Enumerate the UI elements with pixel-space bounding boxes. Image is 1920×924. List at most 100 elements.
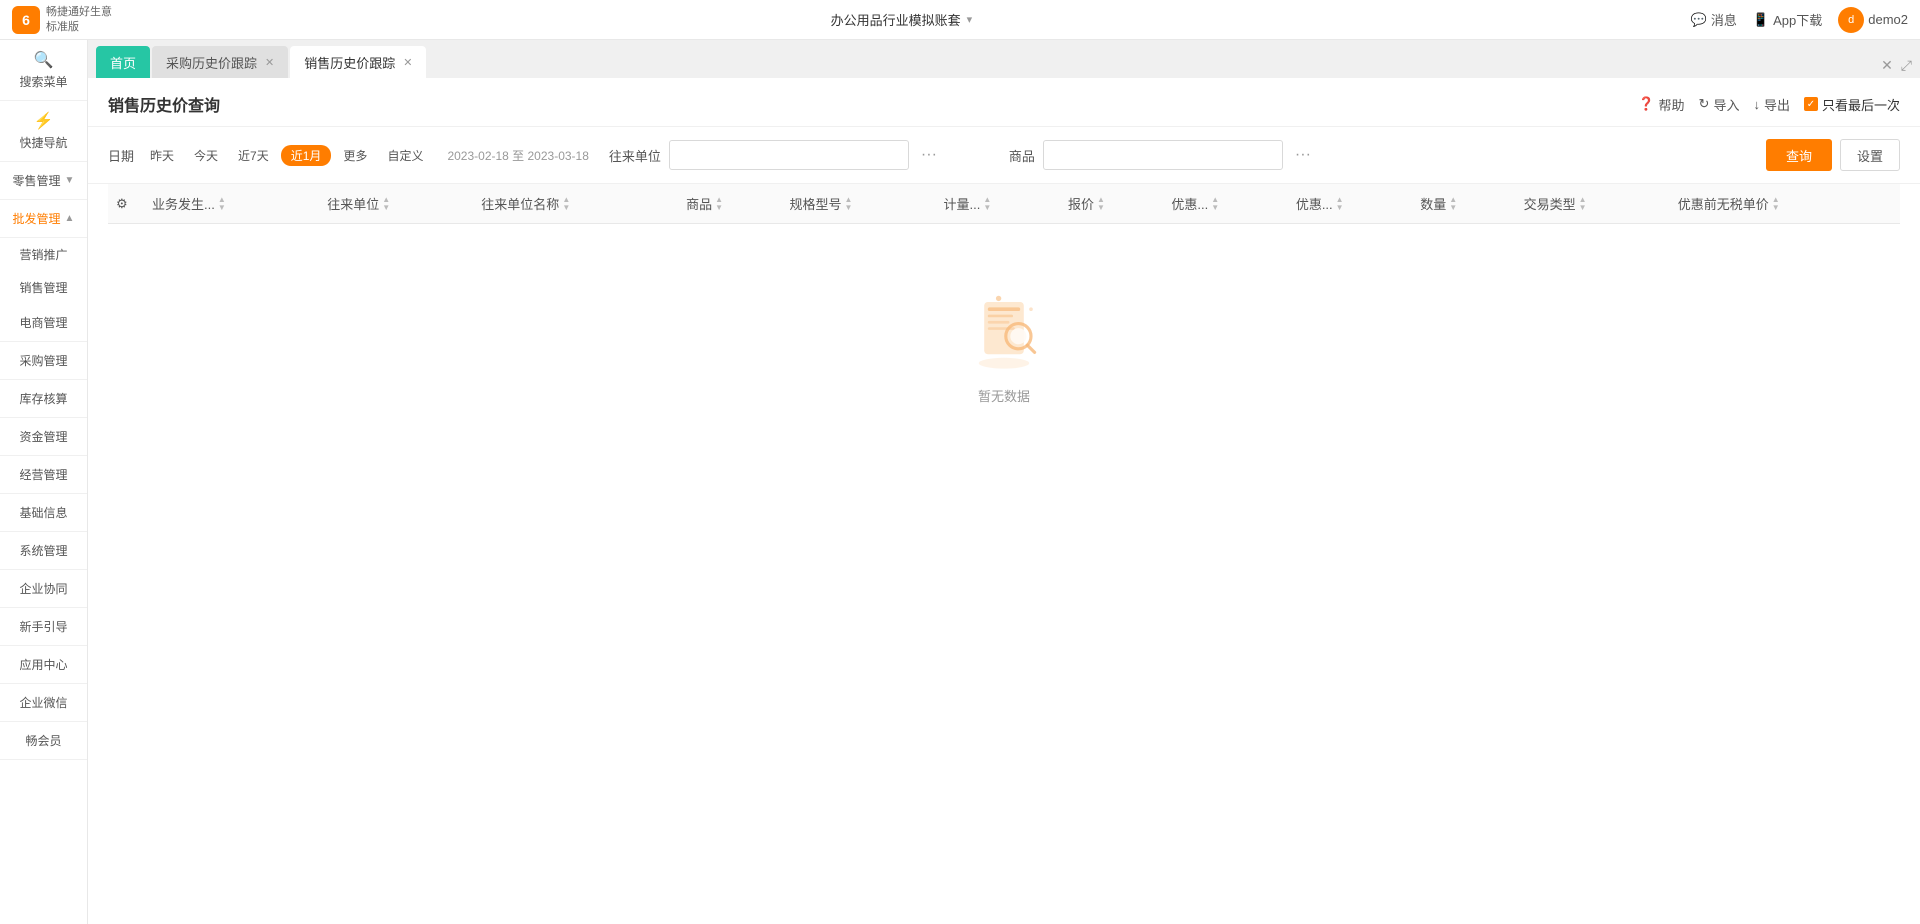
close-tab-icon[interactable]: ✕ (1881, 57, 1893, 74)
user-area[interactable]: d demo2 (1838, 7, 1908, 33)
close-purchase-history-icon[interactable]: ✕ (265, 56, 274, 69)
sidebar-item-finance[interactable]: 资金管理 (0, 418, 87, 456)
top-bar: 6 畅捷通好生意 标准版 办公用品行业模拟账套 ▾ 💬 消息 📱 App下载 d… (0, 0, 1920, 40)
table-wrap: ⚙ 业务发生... ▲▼ 往来单位 (88, 184, 1920, 445)
col-spec[interactable]: 规格型号 ▲▼ (781, 184, 935, 224)
date-opt-more[interactable]: 更多 (335, 145, 375, 166)
date-options: 昨天 今天 近7天 近1月 更多 自定义 (142, 145, 431, 166)
logo-area: 6 畅捷通好生意 标准版 (12, 5, 112, 34)
partner-input[interactable] (669, 140, 909, 170)
col-price[interactable]: 报价 ▲▼ (1060, 184, 1163, 224)
sidebar-item-sys-mgmt[interactable]: 系统管理 (0, 532, 87, 570)
tab-home[interactable]: 首页 (96, 46, 150, 78)
col-pre-tax[interactable]: 优惠前无税单价 ▲▼ (1670, 184, 1900, 224)
help-icon: ❓ (1638, 96, 1654, 112)
sidebar-item-app-center[interactable]: 应用中心 (0, 646, 87, 684)
date-opt-custom[interactable]: 自定义 (379, 145, 431, 166)
sidebar-item-newbie[interactable]: 新手引导 (0, 608, 87, 646)
sidebar-item-ops[interactable]: 经营管理 (0, 456, 87, 494)
table-header-row: ⚙ 业务发生... ▲▼ 往来单位 (108, 184, 1900, 224)
sort-icon: ▲▼ (562, 196, 570, 212)
sort-icon: ▲▼ (1579, 196, 1587, 212)
sort-icon: ▲▼ (715, 196, 723, 212)
sort-icon: ▲▼ (1449, 196, 1457, 212)
empty-illustration (959, 284, 1049, 374)
goods-label: 商品 (1009, 146, 1035, 165)
page-header-actions: ❓ 帮助 ↻ 导入 ↓ 导出 ✓ 只看最后一次 (1638, 95, 1900, 114)
empty-state: 暂无数据 (108, 224, 1900, 445)
sidebar-item-search-menu[interactable]: 🔍 搜索菜单 (0, 40, 87, 101)
sort-icon: ▲▼ (218, 196, 226, 212)
search-icon: 🔍 (34, 50, 54, 70)
date-range-display: 2023-02-18 至 2023-03-18 (447, 147, 588, 164)
sort-icon: ▲▼ (983, 196, 991, 212)
export-action[interactable]: ↓ 导出 (1753, 95, 1790, 114)
partner-label: 往来单位 (609, 146, 661, 165)
close-sales-history-icon[interactable]: ✕ (403, 56, 412, 69)
export-icon: ↓ (1753, 97, 1760, 112)
content-area: 首页 采购历史价跟踪 ✕ 销售历史价跟踪 ✕ ✕ ⤢ 销售历史价查询 (88, 40, 1920, 924)
setting-button[interactable]: 设置 (1840, 139, 1900, 171)
sidebar-item-sales-mgmt[interactable]: 销售管理 (0, 271, 87, 304)
top-bar-left: 6 畅捷通好生意 标准版 (12, 5, 112, 34)
sort-icon: ▲▼ (382, 196, 390, 212)
sort-icon: ▲▼ (1211, 196, 1219, 212)
sort-icon: ▲▼ (1772, 196, 1780, 212)
logo-icon: 6 (12, 6, 40, 34)
sidebar-item-ecom[interactable]: 电商管理 (0, 304, 87, 342)
sidebar-item-quick-nav[interactable]: ⚡ 快捷导航 (0, 101, 87, 162)
sidebar-item-wholesale[interactable]: 批发管理 ▲ (0, 200, 87, 238)
show-last-checkbox[interactable]: ✓ 只看最后一次 (1804, 95, 1900, 114)
query-button[interactable]: 查询 (1766, 139, 1832, 171)
sort-icon: ▲▼ (1336, 196, 1344, 212)
col-partner-name[interactable]: 往来单位名称 ▲▼ (473, 184, 678, 224)
tab-purchase-history[interactable]: 采购历史价跟踪 ✕ (152, 46, 288, 78)
app-download-action[interactable]: 📱 App下载 (1753, 10, 1822, 29)
col-qty[interactable]: 数量 ▲▼ (1412, 184, 1515, 224)
avatar: d (1838, 7, 1864, 33)
partner-dots-btn[interactable]: ··· (917, 146, 941, 164)
page-title: 销售历史价查询 (108, 92, 220, 116)
col-gear[interactable]: ⚙ (108, 184, 144, 224)
sidebar-item-wechat[interactable]: 企业微信 (0, 684, 87, 722)
col-discount2[interactable]: 优惠... ▲▼ (1288, 184, 1412, 224)
sidebar-item-retail[interactable]: 零售管理 ▼ (0, 162, 87, 200)
col-tx-type[interactable]: 交易类型 ▲▼ (1516, 184, 1670, 224)
chevron-up-icon: ▲ (65, 213, 75, 224)
app-selector[interactable]: 办公用品行业模拟账套 ▾ (831, 10, 973, 29)
message-action[interactable]: 💬 消息 (1691, 10, 1737, 29)
date-opt-7days[interactable]: 近7天 (230, 145, 277, 166)
page-content: 销售历史价查询 ❓ 帮助 ↻ 导入 ↓ 导出 ✓ (88, 78, 1920, 924)
col-discount1[interactable]: 优惠... ▲▼ (1163, 184, 1287, 224)
date-opt-1month[interactable]: 近1月 (281, 145, 332, 166)
import-icon: ↻ (1699, 96, 1710, 112)
tab-sales-history[interactable]: 销售历史价跟踪 ✕ (290, 46, 426, 78)
col-partner-code[interactable]: 往来单位 ▲▼ (319, 184, 473, 224)
help-action[interactable]: ❓ 帮助 (1638, 95, 1684, 114)
date-opt-today[interactable]: 今天 (186, 145, 226, 166)
sidebar-item-marketing[interactable]: 营销推广 (0, 238, 87, 271)
main-layout: 🔍 搜索菜单 ⚡ 快捷导航 零售管理 ▼ 批发管理 ▲ 营销推广 销售管理 电商… (0, 40, 1920, 924)
gear-icon[interactable]: ⚙ (116, 196, 128, 211)
date-opt-yesterday[interactable]: 昨天 (142, 145, 182, 166)
col-unit[interactable]: 计量... ▲▼ (936, 184, 1060, 224)
import-action[interactable]: ↻ 导入 (1699, 95, 1740, 114)
sidebar-item-member[interactable]: 畅会员 (0, 722, 87, 760)
checkbox-checked-icon: ✓ (1804, 97, 1818, 111)
col-goods[interactable]: 商品 ▲▼ (678, 184, 781, 224)
sidebar-item-purchase[interactable]: 采购管理 (0, 342, 87, 380)
col-biz-date[interactable]: 业务发生... ▲▼ (144, 184, 319, 224)
goods-input[interactable] (1043, 140, 1283, 170)
sidebar-item-basic-info[interactable]: 基础信息 (0, 494, 87, 532)
data-table: ⚙ 业务发生... ▲▼ 往来单位 (108, 184, 1900, 224)
sidebar-item-enterprise[interactable]: 企业协同 (0, 570, 87, 608)
chevron-down-icon: ▼ (65, 175, 75, 186)
goods-dots-btn[interactable]: ··· (1291, 146, 1315, 164)
message-icon: 💬 (1691, 12, 1707, 28)
tab-controls: ✕ ⤢ (1881, 57, 1912, 78)
app-icon: 📱 (1753, 12, 1769, 28)
sidebar-item-inventory[interactable]: 库存核算 (0, 380, 87, 418)
app-selector-arrow[interactable]: ▾ (967, 13, 973, 26)
maximize-icon[interactable]: ⤢ (1901, 57, 1912, 74)
tab-bar: 首页 采购历史价跟踪 ✕ 销售历史价跟踪 ✕ ✕ ⤢ (88, 40, 1920, 78)
